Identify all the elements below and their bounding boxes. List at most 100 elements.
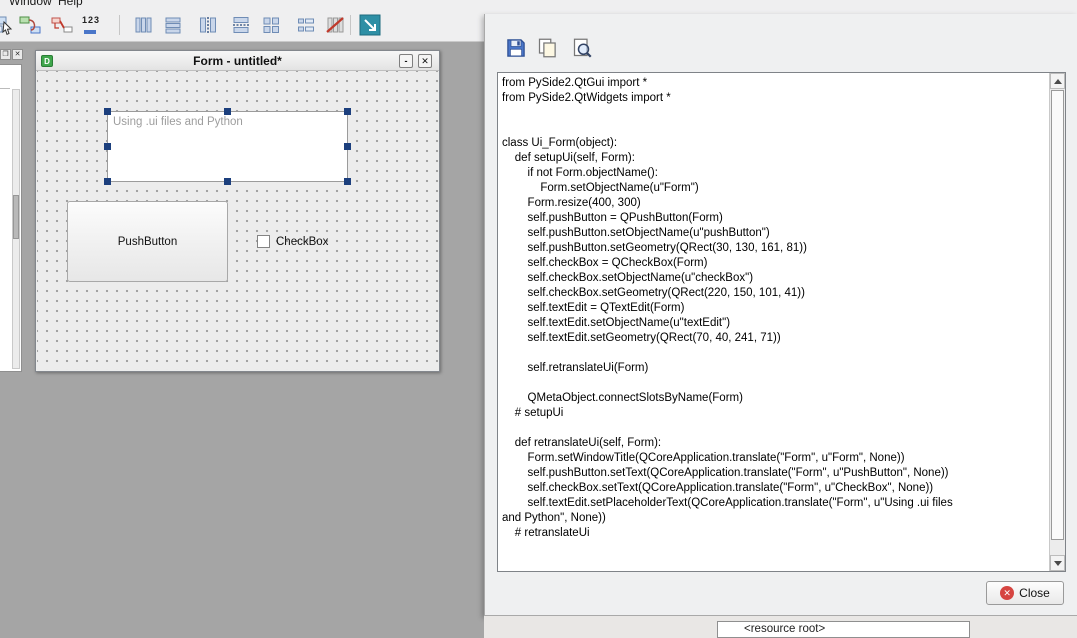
- close-button-label: Close: [1019, 586, 1050, 600]
- selection-handle[interactable]: [344, 143, 351, 150]
- break-layout-button[interactable]: [323, 13, 347, 37]
- widget-box-scrollbar[interactable]: [12, 89, 20, 369]
- adjust-size-button[interactable]: [358, 13, 382, 37]
- bottom-strip: <resource root>: [484, 616, 1077, 638]
- widget-box-scrollbar-thumb[interactable]: [13, 195, 19, 239]
- copy-button[interactable]: [535, 36, 559, 60]
- layout-horizontal-splitter-button[interactable]: [196, 13, 220, 37]
- close-x-icon: ✕: [1000, 586, 1014, 600]
- code-line: if not Form.objectName():: [502, 166, 1049, 181]
- code-line: [502, 121, 1049, 136]
- code-scrollbar-thumb[interactable]: [1051, 90, 1064, 540]
- save-icon: [506, 38, 526, 58]
- menu-bar: Window Help: [0, 0, 1077, 9]
- code-preview-dialog: from PySide2.QtGui import *from PySide2.…: [484, 14, 1077, 616]
- edit-buddies-icon: [51, 14, 73, 36]
- form-designer-window: D Form - untitled* - ✕ Using .ui files a…: [35, 50, 440, 372]
- code-line: self.pushButton.setGeometry(QRect(30, 13…: [502, 241, 1049, 256]
- code-line: # retranslateUi: [502, 526, 1049, 541]
- code-line: [502, 346, 1049, 361]
- tab-order-arrow: [84, 30, 96, 34]
- code-line: from PySide2.QtWidgets import *: [502, 91, 1049, 106]
- layout-vertical-button[interactable]: [161, 13, 185, 37]
- form-window-titlebar[interactable]: D Form - untitled* - ✕: [36, 51, 439, 71]
- selection-handle[interactable]: [224, 178, 231, 185]
- scroll-up-button[interactable]: [1050, 73, 1065, 89]
- form-window-icon: D: [41, 55, 53, 67]
- tab-order-digits: 123: [82, 15, 100, 25]
- code-line: from PySide2.QtGui import *: [502, 76, 1049, 91]
- pushbutton-widget[interactable]: PushButton: [67, 201, 228, 282]
- textedit-widget[interactable]: Using .ui files and Python: [107, 111, 348, 182]
- form-minimize-button[interactable]: -: [399, 54, 413, 68]
- code-line: QMetaObject.connectSlotsByName(Form): [502, 391, 1049, 406]
- code-line: def retranslateUi(self, Form):: [502, 436, 1049, 451]
- edit-tab-order-button[interactable]: 123: [80, 13, 104, 37]
- code-line: Form.resize(400, 300): [502, 196, 1049, 211]
- qt-designer-screen: Window Help: [0, 0, 1077, 638]
- close-button[interactable]: ✕ Close: [986, 581, 1064, 605]
- code-line: self.retranslateUi(Form): [502, 361, 1049, 376]
- layout-vertical-splitter-button[interactable]: [229, 13, 253, 37]
- code-line: self.pushButton.setObjectName(u"pushButt…: [502, 226, 1049, 241]
- code-line: self.textEdit.setPlaceholderText(QCoreAp…: [502, 496, 1049, 511]
- code-line: self.checkBox.setText(QCoreApplication.t…: [502, 481, 1049, 496]
- adjust-size-icon: [358, 13, 382, 37]
- selection-handle[interactable]: [344, 178, 351, 185]
- scroll-down-button[interactable]: [1050, 555, 1065, 571]
- edit-tab-order-icon: 123: [81, 14, 103, 36]
- copy-icon: [537, 38, 557, 58]
- edit-buddies-button[interactable]: [50, 13, 74, 37]
- checkbox-widget[interactable]: CheckBox: [257, 221, 358, 262]
- selection-handle[interactable]: [104, 143, 111, 150]
- scroll-down-arrow-icon: [1054, 561, 1062, 566]
- code-line: self.checkBox.setGeometry(QRect(220, 150…: [502, 286, 1049, 301]
- toolbar-separator: [350, 15, 351, 35]
- checkbox-label: CheckBox: [276, 236, 328, 248]
- widget-box-panel: [0, 64, 22, 372]
- edit-signals-slots-icon: [19, 14, 41, 36]
- selection-handle[interactable]: [104, 108, 111, 115]
- layout-grid-button[interactable]: [259, 13, 283, 37]
- widget-box-filter-fragment[interactable]: [0, 65, 10, 89]
- menu-help[interactable]: Help: [58, 0, 83, 9]
- form-close-button[interactable]: ✕: [418, 54, 432, 68]
- code-scrollbar[interactable]: [1049, 73, 1065, 571]
- selection-handle[interactable]: [344, 108, 351, 115]
- dock-float-button[interactable]: ❐: [0, 49, 11, 60]
- code-line: self.textEdit.setObjectName(u"textEdit"): [502, 316, 1049, 331]
- selection-handle[interactable]: [104, 178, 111, 185]
- code-line: def setupUi(self, Form):: [502, 151, 1049, 166]
- toolbar-separator: [119, 15, 120, 35]
- break-layout-icon: [325, 15, 345, 35]
- layout-horizontal-splitter-icon: [198, 15, 218, 35]
- code-line: # setupUi: [502, 406, 1049, 421]
- find-button[interactable]: [570, 36, 594, 60]
- layout-vertical-icon: [163, 15, 183, 35]
- code-view[interactable]: from PySide2.QtGui import *from PySide2.…: [497, 72, 1066, 572]
- layout-grid-icon: [261, 15, 281, 35]
- edit-signals-slots-button[interactable]: [18, 13, 42, 37]
- code-line: [502, 106, 1049, 121]
- form-canvas[interactable]: Using .ui files and Python PushButton Ch…: [37, 71, 438, 370]
- code-line: self.checkBox.setObjectName(u"checkBox"): [502, 271, 1049, 286]
- scroll-up-arrow-icon: [1054, 79, 1062, 84]
- layout-form-icon: [296, 15, 316, 35]
- edit-widgets-button[interactable]: [0, 13, 15, 37]
- resource-root-item[interactable]: <resource root>: [717, 621, 970, 638]
- layout-horizontal-icon: [133, 15, 153, 35]
- layout-form-button[interactable]: [294, 13, 318, 37]
- selection-handle[interactable]: [224, 108, 231, 115]
- menu-window[interactable]: Window: [9, 0, 52, 9]
- code-line: self.pushButton.setText(QCoreApplication…: [502, 466, 1049, 481]
- code-line: Form.setObjectName(u"Form"): [502, 181, 1049, 196]
- dock-close-button[interactable]: ✕: [12, 49, 23, 60]
- layout-horizontal-button[interactable]: [131, 13, 155, 37]
- code-line: [502, 421, 1049, 436]
- pushbutton-label: PushButton: [118, 236, 177, 248]
- save-button[interactable]: [504, 36, 528, 60]
- checkbox-indicator[interactable]: [257, 235, 270, 248]
- code-line: self.textEdit.setGeometry(QRect(70, 40, …: [502, 331, 1049, 346]
- code-line: [502, 376, 1049, 391]
- form-window-title: Form - untitled*: [193, 51, 282, 71]
